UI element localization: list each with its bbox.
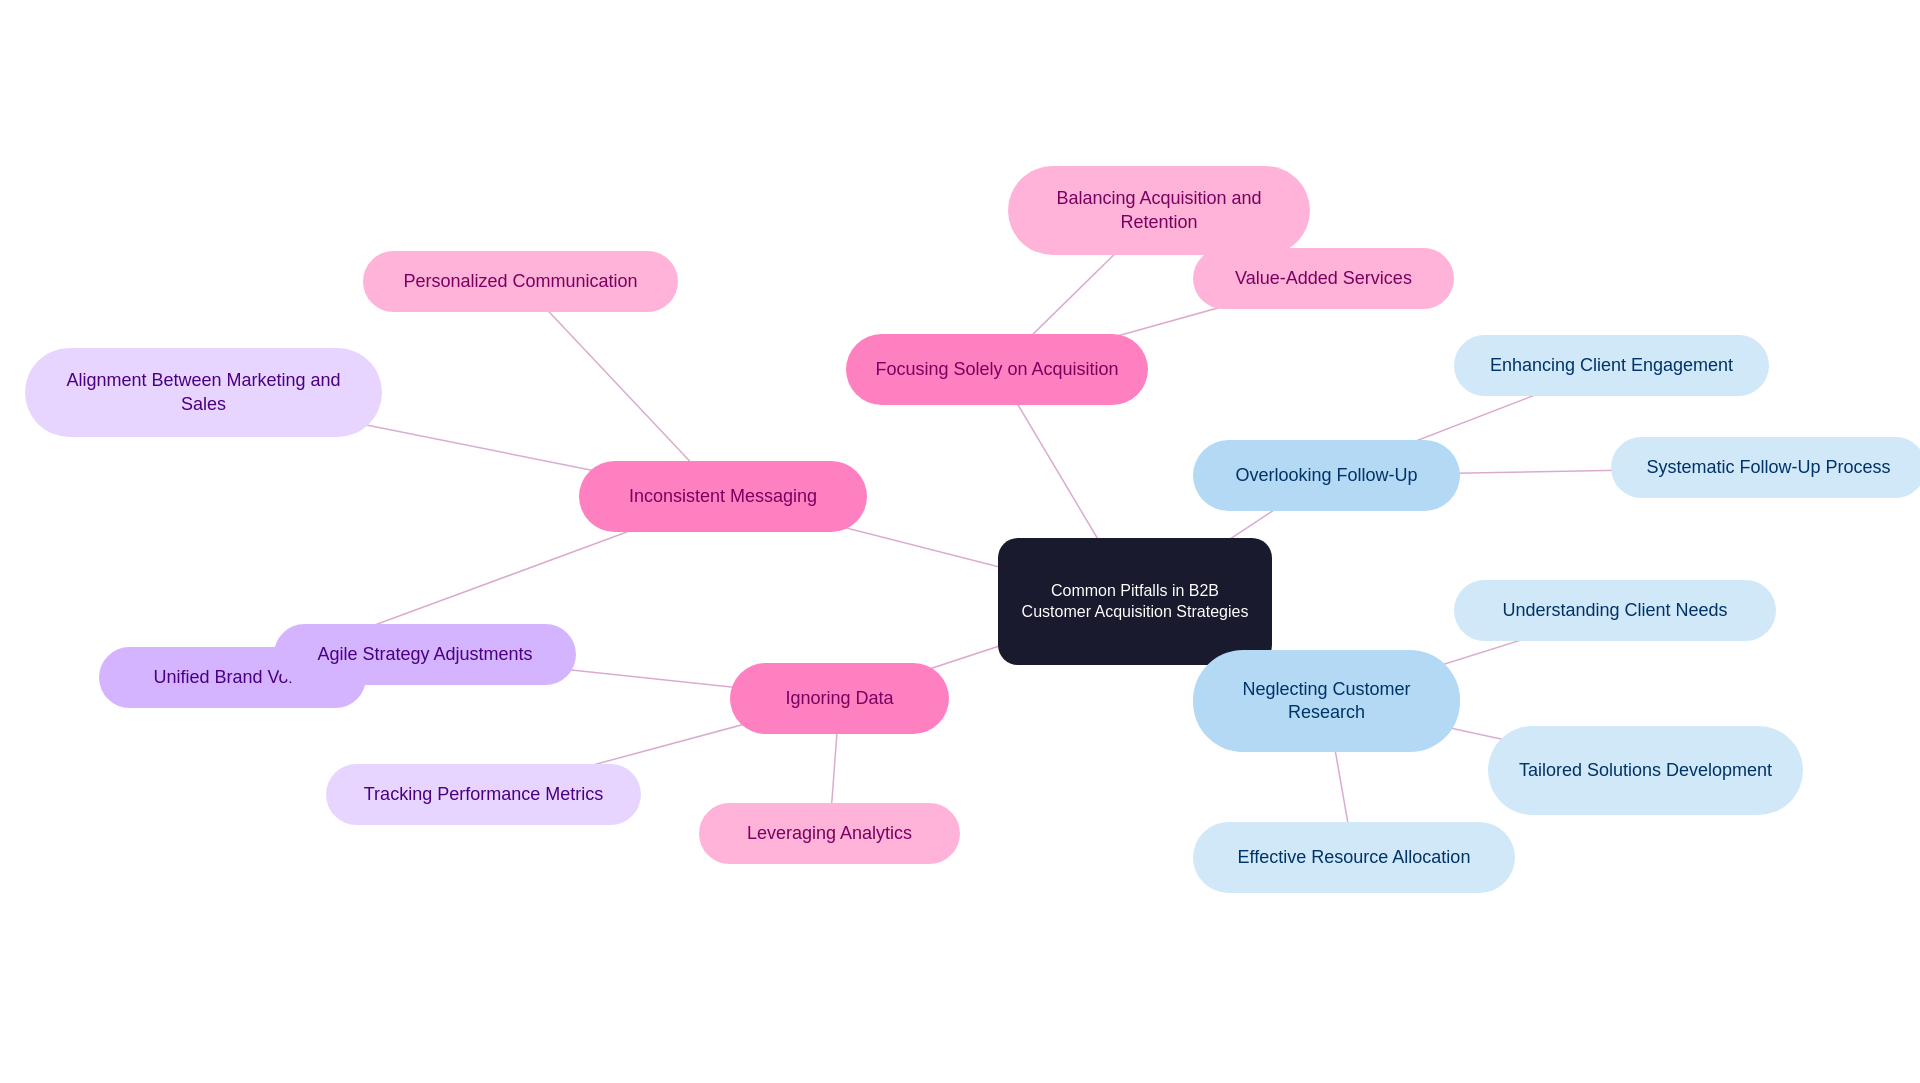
node-tailored: Tailored Solutions Development: [1488, 726, 1803, 815]
node-alignment: Alignment Between Marketing and Sales: [25, 348, 382, 437]
node-tracking: Tracking Performance Metrics: [326, 764, 641, 825]
node-value-added: Value-Added Services: [1193, 248, 1454, 309]
node-balancing: Balancing Acquisition and Retention: [1008, 166, 1310, 255]
node-systematic: Systematic Follow-Up Process: [1611, 437, 1920, 498]
mind-map: Common Pitfalls in B2B Customer Acquisit…: [0, 0, 1920, 1083]
node-understanding: Understanding Client Needs: [1454, 580, 1776, 641]
node-enhancing: Enhancing Client Engagement: [1454, 335, 1769, 396]
node-focusing-solely: Focusing Solely on Acquisition: [846, 334, 1148, 405]
node-ignoring-data: Ignoring Data: [730, 663, 949, 734]
node-overlooking: Overlooking Follow-Up: [1193, 440, 1460, 511]
node-effective: Effective Resource Allocation: [1193, 822, 1515, 893]
node-neglecting: Neglecting Customer Research: [1193, 650, 1460, 752]
node-agile: Agile Strategy Adjustments: [274, 624, 576, 685]
node-leveraging: Leveraging Analytics: [699, 803, 960, 864]
connections-svg: [0, 0, 1920, 1083]
center-node: Common Pitfalls in B2B Customer Acquisit…: [998, 538, 1272, 665]
node-inconsistent: Inconsistent Messaging: [579, 461, 867, 532]
node-personalized: Personalized Communication: [363, 251, 678, 312]
